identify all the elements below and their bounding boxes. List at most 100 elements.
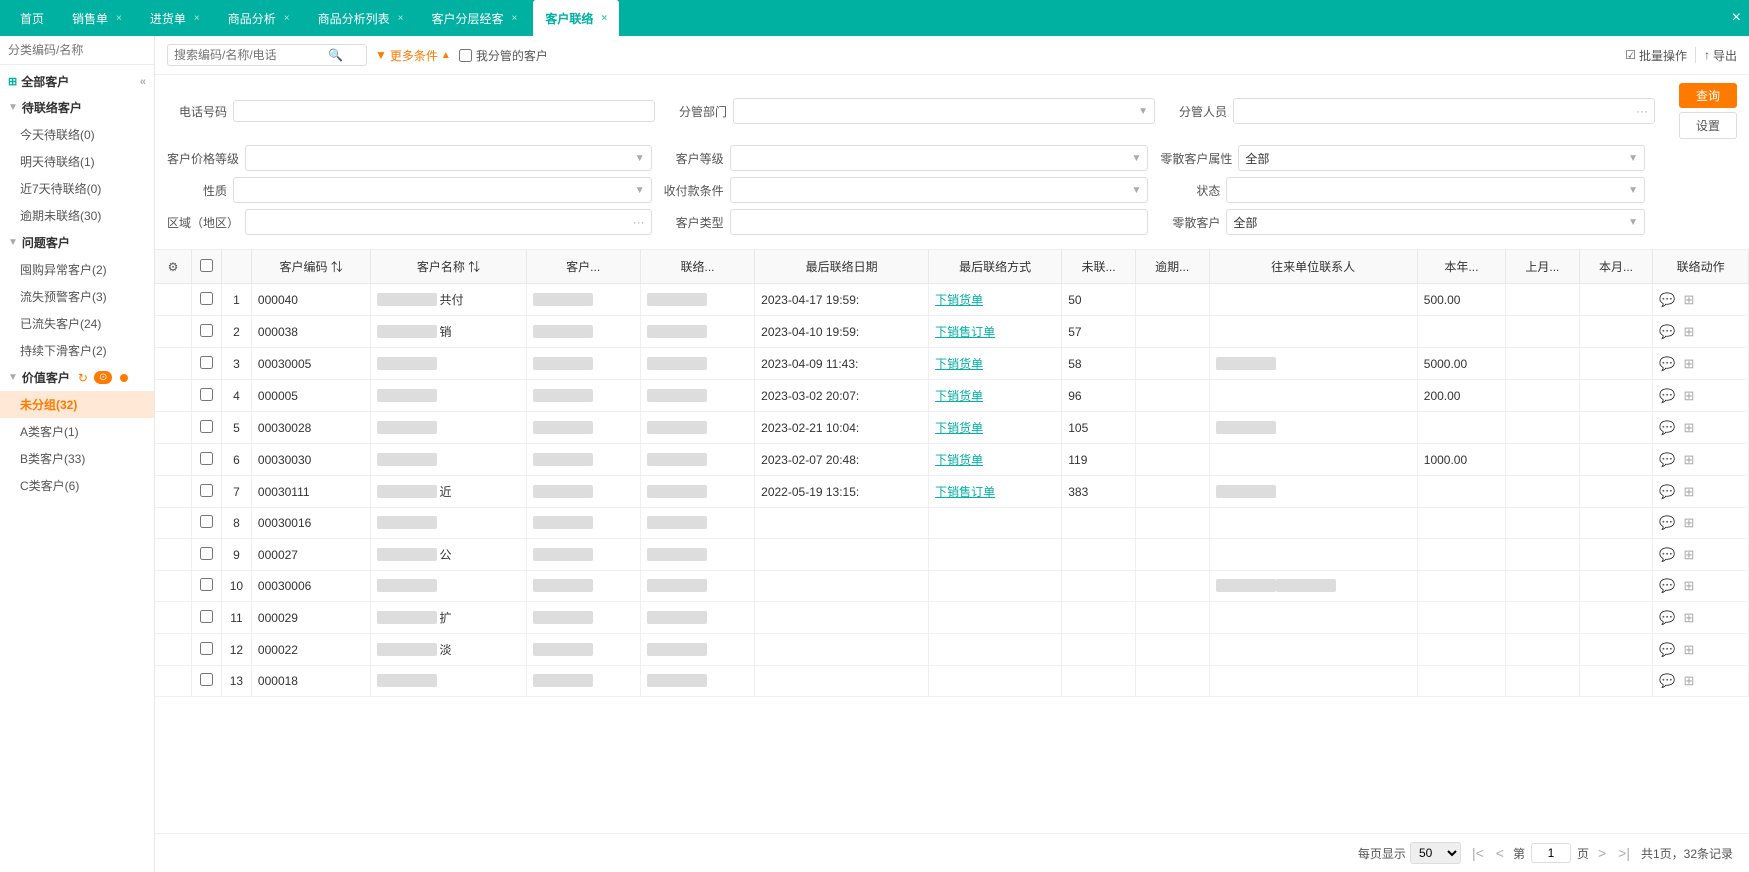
sidebar-item-declining[interactable]: 持续下滑客户(2) xyxy=(0,337,154,364)
retail-attr-select[interactable]: 全部▼ xyxy=(1238,145,1645,171)
select-all-checkbox[interactable] xyxy=(200,259,213,272)
grid-action-icon[interactable]: ⊞ xyxy=(1684,388,1695,404)
grid-action-icon[interactable]: ⊞ xyxy=(1684,452,1695,468)
grid-action-icon[interactable]: ⊞ xyxy=(1684,420,1695,436)
grid-action-icon[interactable]: ⊞ xyxy=(1684,324,1695,340)
sidebar-group-problem[interactable]: ▼ 问题客户 xyxy=(0,229,154,256)
customer-level-select[interactable]: ▼ xyxy=(730,145,1149,171)
prev-page-btn[interactable]: < xyxy=(1493,845,1507,861)
sidebar-group-pending[interactable]: ▼ 待联络客户 xyxy=(0,94,154,121)
nature-select[interactable]: ▼ xyxy=(233,177,652,203)
td-checkbox[interactable] xyxy=(191,634,221,666)
grid-action-icon[interactable]: ⊞ xyxy=(1684,356,1695,372)
comment-icon[interactable]: 💬 xyxy=(1659,673,1675,689)
nav-sales[interactable]: 销售单 × xyxy=(60,0,134,36)
refresh-icon[interactable]: ↻ xyxy=(78,371,88,385)
grid-action-icon[interactable]: ⊞ xyxy=(1684,484,1695,500)
sidebar-item-ungroup[interactable]: 未分组(32) xyxy=(0,391,154,418)
comment-icon[interactable]: 💬 xyxy=(1659,515,1675,531)
comment-icon[interactable]: 💬 xyxy=(1659,578,1675,594)
td-checkbox[interactable] xyxy=(191,571,221,602)
th-settings[interactable]: ⚙ xyxy=(155,250,191,284)
close-all-tabs-icon[interactable]: × xyxy=(1732,9,1741,27)
close-sales-icon[interactable]: × xyxy=(116,13,122,24)
nav-product-analysis-list[interactable]: 商品分析列表 × xyxy=(306,0,416,36)
close-contact-icon[interactable]: × xyxy=(601,13,607,24)
sidebar-item-churn-warning[interactable]: 流失预警客户(3) xyxy=(0,283,154,310)
th-code[interactable]: 客户编码 ⇅ xyxy=(251,250,371,284)
sidebar-collapse-icon[interactable]: « xyxy=(140,76,146,88)
nav-home[interactable]: 首页 xyxy=(8,0,56,36)
close-product-analysis-icon[interactable]: × xyxy=(284,13,290,24)
comment-icon[interactable]: 💬 xyxy=(1659,324,1675,340)
td-checkbox[interactable] xyxy=(191,602,221,634)
td-checkbox[interactable] xyxy=(191,316,221,348)
comment-icon[interactable]: 💬 xyxy=(1659,547,1675,563)
payment-select[interactable]: ▼ xyxy=(730,177,1149,203)
phone-input[interactable] xyxy=(233,100,655,122)
close-purchase-icon[interactable]: × xyxy=(194,13,200,24)
export-btn[interactable]: ↑ 导出 xyxy=(1704,47,1737,64)
customer-type-select[interactable] xyxy=(730,209,1149,235)
grid-action-icon[interactable]: ⊞ xyxy=(1684,673,1695,689)
comment-icon[interactable]: 💬 xyxy=(1659,452,1675,468)
td-checkbox[interactable] xyxy=(191,284,221,316)
td-checkbox[interactable] xyxy=(191,380,221,412)
status-select[interactable]: ▼ xyxy=(1226,177,1645,203)
grid-action-icon[interactable]: ⊞ xyxy=(1684,578,1695,594)
sidebar-search-input[interactable] xyxy=(8,43,155,57)
sidebar-item-overdue-pending[interactable]: 逾期未联络(30) xyxy=(0,202,154,229)
next-page-btn[interactable]: > xyxy=(1595,845,1609,861)
sidebar-item-today-pending[interactable]: 今天待联络(0) xyxy=(0,121,154,148)
sidebar-group-value[interactable]: ▼ 价值客户 ↻ ⊙ xyxy=(0,364,154,391)
th-name[interactable]: 客户名称 ⇅ xyxy=(371,250,526,284)
first-page-btn[interactable]: |< xyxy=(1469,845,1487,861)
reset-button[interactable]: 设置 xyxy=(1679,112,1737,139)
last-page-btn[interactable]: >| xyxy=(1615,845,1633,861)
td-checkbox[interactable] xyxy=(191,412,221,444)
search-input[interactable] xyxy=(174,48,324,62)
td-checkbox[interactable] xyxy=(191,666,221,697)
td-checkbox[interactable] xyxy=(191,508,221,539)
sidebar-item-class-c[interactable]: C类客户(6) xyxy=(0,472,154,499)
dots-icon-2[interactable]: ··· xyxy=(633,215,645,229)
td-checkbox[interactable] xyxy=(191,444,221,476)
comment-icon[interactable]: 💬 xyxy=(1659,292,1675,308)
td-checkbox[interactable] xyxy=(191,539,221,571)
grid-action-icon[interactable]: ⊞ xyxy=(1684,515,1695,531)
nav-product-analysis[interactable]: 商品分析 × xyxy=(216,0,302,36)
nav-customer-segment[interactable]: 客户分层经客 × xyxy=(419,0,529,36)
grid-action-icon[interactable]: ⊞ xyxy=(1684,292,1695,308)
manager-select[interactable]: ··· xyxy=(1233,98,1655,124)
department-select[interactable]: ▼ xyxy=(733,98,1155,124)
td-checkbox[interactable] xyxy=(191,476,221,508)
nav-customer-contact[interactable]: 客户联络 × xyxy=(533,0,619,36)
comment-icon[interactable]: 💬 xyxy=(1659,484,1675,500)
sidebar-item-class-b[interactable]: B类客户(33) xyxy=(0,445,154,472)
grid-action-icon[interactable]: ⊞ xyxy=(1684,610,1695,626)
all-customers-header[interactable]: ⊞ 全部客户 « xyxy=(0,65,154,94)
comment-icon[interactable]: 💬 xyxy=(1659,356,1675,372)
retail-customer-select[interactable]: 全部▼ xyxy=(1226,209,1645,235)
comment-icon[interactable]: 💬 xyxy=(1659,610,1675,626)
batch-operation-btn[interactable]: ☑ 批量操作 xyxy=(1625,47,1687,64)
more-conditions-btn[interactable]: ▼ 更多条件 ▲ xyxy=(375,47,451,64)
sidebar-item-class-a[interactable]: A类客户(1) xyxy=(0,418,154,445)
comment-icon[interactable]: 💬 xyxy=(1659,420,1675,436)
close-segment-icon[interactable]: × xyxy=(511,13,517,24)
my-customer-check[interactable] xyxy=(459,49,472,62)
nav-purchase[interactable]: 进货单 × xyxy=(138,0,212,36)
query-button[interactable]: 查询 xyxy=(1679,83,1737,108)
comment-icon[interactable]: 💬 xyxy=(1659,388,1675,404)
dots-icon[interactable]: ··· xyxy=(1636,104,1648,118)
region-select[interactable]: ··· xyxy=(245,209,652,235)
sidebar-item-churned[interactable]: 已流失客户(24) xyxy=(0,310,154,337)
sidebar-item-abnormal[interactable]: 囤购异常客户(2) xyxy=(0,256,154,283)
sidebar-item-tomorrow-pending[interactable]: 明天待联络(1) xyxy=(0,148,154,175)
close-product-list-icon[interactable]: × xyxy=(398,13,404,24)
sidebar-item-week-pending[interactable]: 近7天待联络(0) xyxy=(0,175,154,202)
grid-action-icon[interactable]: ⊞ xyxy=(1684,642,1695,658)
grid-action-icon[interactable]: ⊞ xyxy=(1684,547,1695,563)
current-page-input[interactable] xyxy=(1531,843,1571,863)
comment-icon[interactable]: 💬 xyxy=(1659,642,1675,658)
